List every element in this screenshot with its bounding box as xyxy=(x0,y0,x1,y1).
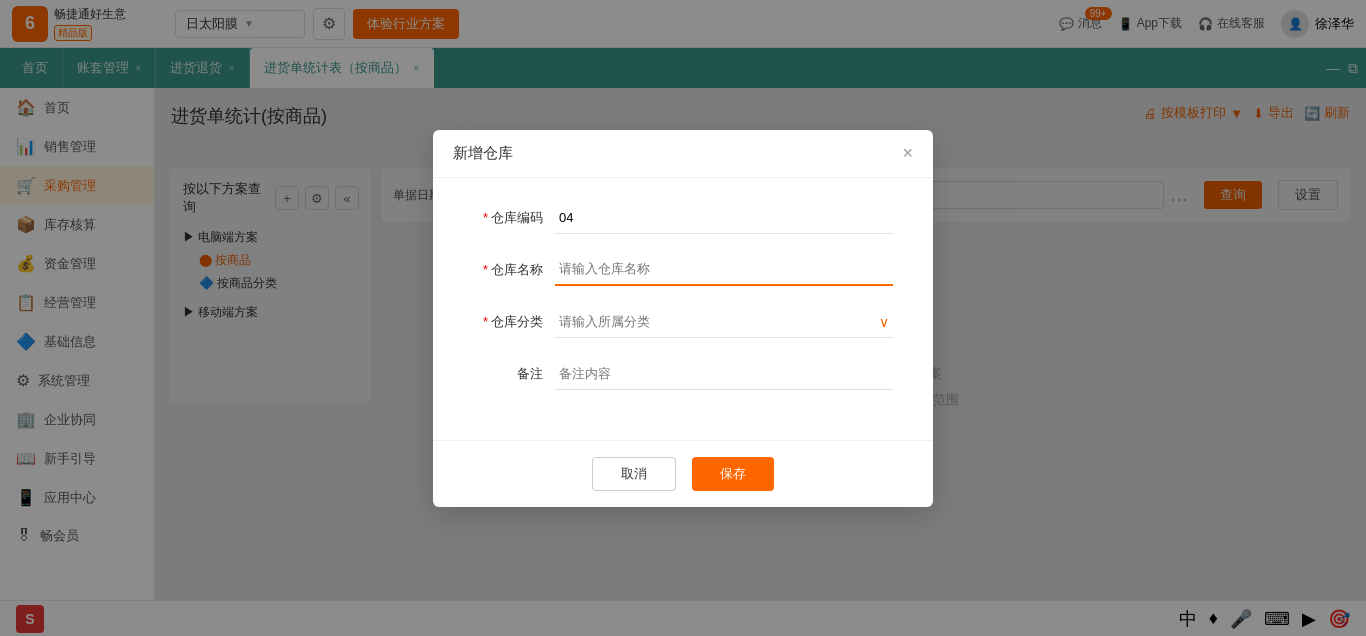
name-label: 仓库名称 xyxy=(473,261,543,279)
modal-header: 新增仓库 × xyxy=(433,130,933,178)
category-select-wrap: ∨ xyxy=(555,306,893,338)
form-row-code: 仓库编码 xyxy=(473,202,893,234)
save-button[interactable]: 保存 xyxy=(692,457,774,491)
code-input[interactable] xyxy=(555,202,893,234)
remark-label: 备注 xyxy=(473,365,543,383)
name-input[interactable] xyxy=(555,254,893,286)
add-warehouse-modal: 新增仓库 × 仓库编码 仓库名称 仓库分类 ∨ xyxy=(433,130,933,507)
form-row-remark: 备注 xyxy=(473,358,893,390)
remark-input[interactable] xyxy=(555,358,893,390)
code-label: 仓库编码 xyxy=(473,209,543,227)
form-row-category: 仓库分类 ∨ xyxy=(473,306,893,338)
form-row-name: 仓库名称 xyxy=(473,254,893,286)
category-input[interactable] xyxy=(555,306,893,338)
modal-title: 新增仓库 xyxy=(453,144,513,163)
modal-overlay: 新增仓库 × 仓库编码 仓库名称 仓库分类 ∨ xyxy=(0,0,1366,636)
category-label: 仓库分类 xyxy=(473,313,543,331)
modal-footer: 取消 保存 xyxy=(433,440,933,507)
modal-close-button[interactable]: × xyxy=(902,144,913,162)
cancel-button[interactable]: 取消 xyxy=(592,457,676,491)
modal-body: 仓库编码 仓库名称 仓库分类 ∨ 备注 xyxy=(433,178,933,440)
